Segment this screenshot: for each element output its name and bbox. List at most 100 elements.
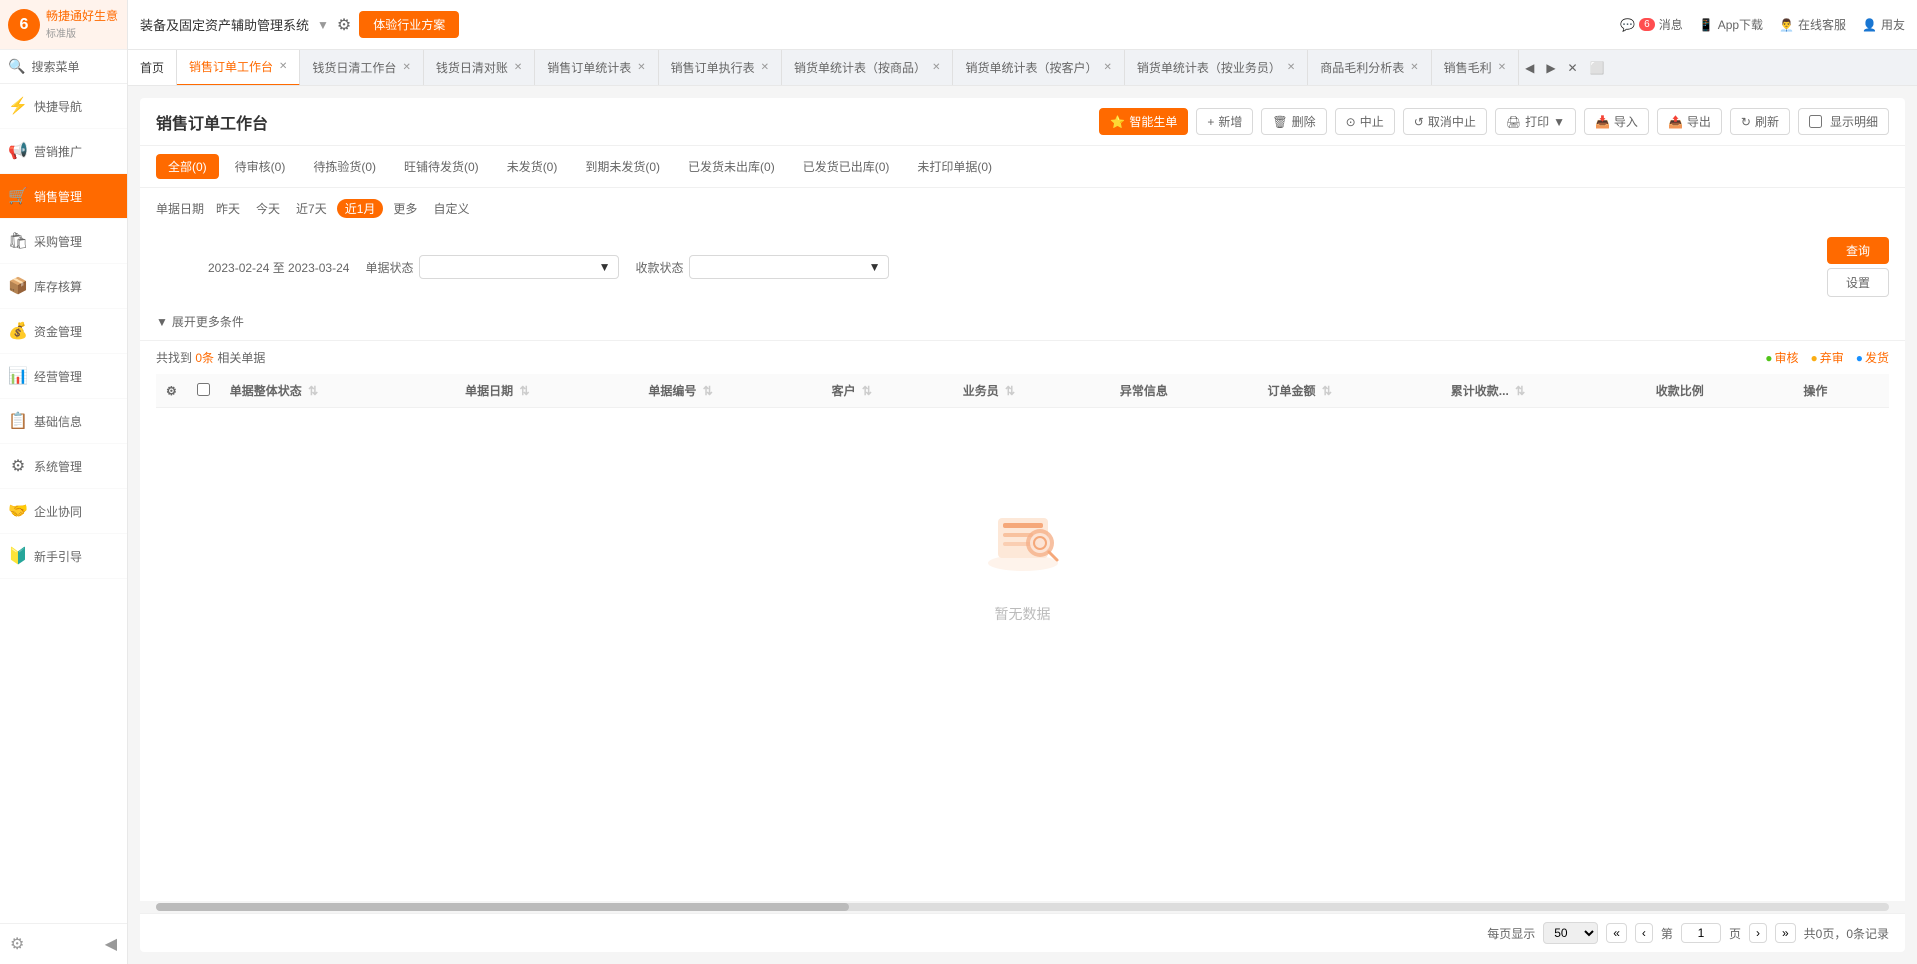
sidebar-item-operation[interactable]: 📊 经营管理 [0, 354, 127, 399]
tab-sales-stats-staff[interactable]: 销货单统计表（按业务员）✕ [1125, 50, 1308, 86]
tab-close-sales-exec-table[interactable]: ✕ [761, 62, 769, 73]
tab-home[interactable]: 首页 [128, 50, 177, 86]
user-menu[interactable]: 👤 用友 [1862, 16, 1905, 33]
sidebar-item-base[interactable]: 📋 基础信息 [0, 399, 127, 444]
import-btn[interactable]: 📥 导入 [1584, 108, 1649, 135]
delete-btn[interactable]: 🗑 删除 [1261, 108, 1326, 135]
sort-icon-amount[interactable]: ⇅ [1322, 384, 1332, 398]
tab-sales-stats-customer[interactable]: 销货单统计表（按客户）✕ [953, 50, 1124, 86]
tab-sales-exec-table[interactable]: 销售订单执行表✕ [659, 50, 782, 86]
scroll-bar-area[interactable] [140, 901, 1905, 913]
cancel-stop-btn[interactable]: ↺ 取消中止 [1403, 108, 1487, 135]
tab-close-sales-stats-product[interactable]: ✕ [932, 62, 940, 73]
sub-tab-shipped-warehoused[interactable]: 已发货已出库(0) [791, 154, 902, 179]
query-btn[interactable]: 查询 [1827, 237, 1889, 264]
select-all-checkbox[interactable] [197, 383, 210, 396]
sidebar-item-inventory[interactable]: 📦 库存核算 [0, 264, 127, 309]
date-option-yesterday[interactable]: 昨天 [210, 198, 246, 219]
date-option-last7[interactable]: 近7天 [290, 198, 333, 219]
sidebar-item-guide[interactable]: 🔰 新手引导 [0, 534, 127, 579]
add-btn[interactable]: + 新增 [1196, 108, 1253, 135]
finance-label: 资金管理 [34, 323, 82, 340]
tab-product-margin[interactable]: 商品毛利分析表✕ [1308, 50, 1431, 86]
trial-button[interactable]: 体验行业方案 [359, 11, 459, 38]
sort-icon-number[interactable]: ⇅ [703, 384, 713, 398]
tab-cash-reconcile[interactable]: 钱货日清对账✕ [424, 50, 535, 86]
sub-tab-expired-not-shipped[interactable]: 到期未发货(0) [573, 154, 672, 179]
sort-icon-customer[interactable]: ⇅ [862, 384, 872, 398]
tab-close-all[interactable]: ✕ [1562, 50, 1584, 86]
show-detail-checkbox[interactable] [1809, 115, 1822, 128]
sidebar-item-marketing[interactable]: 📢 营销推广 [0, 129, 127, 174]
tab-close-cash-reconcile[interactable]: ✕ [514, 62, 522, 73]
export-btn[interactable]: 📤 导出 [1657, 108, 1722, 135]
prev-page-btn[interactable]: ‹ [1635, 923, 1653, 943]
expand-icon[interactable]: ▼ [317, 18, 329, 32]
stop-btn[interactable]: ⊙ 中止 [1335, 108, 1395, 135]
tab-nav-next[interactable]: ▶ [1540, 50, 1561, 86]
tab-close-product-margin[interactable]: ✕ [1410, 62, 1418, 73]
sub-tab-pending-inspect[interactable]: 待拣验货(0) [301, 154, 388, 179]
sub-tab-not-printed[interactable]: 未打印单据(0) [905, 154, 1004, 179]
ship-action-btn[interactable]: ● 发货 [1856, 349, 1889, 366]
per-page-select[interactable]: 50 10 20 100 [1543, 922, 1598, 944]
sidebar-item-sales[interactable]: 🛒 销售管理 [0, 174, 127, 219]
col-settings[interactable]: ⚙ [156, 374, 187, 408]
print-btn[interactable]: 🖨 打印 ▼ [1495, 108, 1576, 135]
scroll-bar[interactable] [156, 903, 1889, 911]
show-detail-checkbox-label[interactable]: 显示明细 [1798, 108, 1889, 135]
tab-sales-profit[interactable]: 销售毛利✕ [1432, 50, 1519, 86]
app-download-btn[interactable]: 📱 App下载 [1699, 16, 1763, 33]
date-option-more[interactable]: 更多 [387, 198, 423, 219]
topbar-settings-icon[interactable]: ⚙ [337, 15, 351, 35]
sidebar-item-system[interactable]: ⚙ 系统管理 [0, 444, 127, 489]
col-checkbox[interactable] [187, 374, 220, 408]
sidebar-item-corp[interactable]: 🤝 企业协同 [0, 489, 127, 534]
sidebar-item-finance[interactable]: 💰 资金管理 [0, 309, 127, 354]
sub-tab-shipped-not-warehoused[interactable]: 已发货未出库(0) [676, 154, 787, 179]
message-btn[interactable]: 💬 6 消息 [1620, 16, 1683, 33]
review-btn[interactable]: ● 审核 [1765, 349, 1798, 366]
online-service-btn[interactable]: 👨‍💼 在线客服 [1779, 16, 1846, 33]
collapse-icon[interactable]: ◀ [105, 934, 117, 954]
sub-tab-pending-review[interactable]: 待审核(0) [223, 154, 298, 179]
last-page-btn[interactable]: » [1775, 923, 1796, 943]
tab-close-sales-profit[interactable]: ✕ [1498, 62, 1506, 73]
date-option-today[interactable]: 今天 [250, 198, 286, 219]
smart-create-btn[interactable]: ⭐ 智能生单 [1099, 108, 1188, 135]
expand-more-btn[interactable]: ▼ 展开更多条件 [156, 313, 1889, 330]
cancel-review-btn[interactable]: ● 弃审 [1810, 349, 1843, 366]
tab-close-sales-stats-table[interactable]: ✕ [637, 62, 645, 73]
tab-cash-daily[interactable]: 钱货日清工作台✕ [300, 50, 423, 86]
tab-nav-prev[interactable]: ◀ [1519, 50, 1540, 86]
status-select[interactable]: ▼ [419, 255, 619, 279]
tab-maximize[interactable]: ⬜ [1584, 50, 1611, 86]
sub-tab-all[interactable]: 全部(0) [156, 154, 219, 179]
next-page-btn[interactable]: › [1749, 923, 1767, 943]
sort-icon-collected[interactable]: ⇅ [1515, 384, 1525, 398]
sort-icon-status[interactable]: ⇅ [308, 384, 318, 398]
sub-tab-wangpu-pending[interactable]: 旺铺待发货(0) [392, 154, 491, 179]
sidebar-item-purchase[interactable]: 🛍 采购管理 [0, 219, 127, 264]
date-option-custom[interactable]: 自定义 [427, 198, 475, 219]
sort-icon-date[interactable]: ⇅ [519, 384, 529, 398]
tab-sales-stats-product[interactable]: 销货单统计表（按商品）✕ [782, 50, 953, 86]
tab-sales-order-workbench[interactable]: 销售订单工作台✕ [177, 50, 300, 86]
sidebar-search[interactable]: 🔍 搜索菜单 [0, 50, 127, 84]
tab-close-cash-daily[interactable]: ✕ [402, 62, 410, 73]
date-option-last1month[interactable]: 近1月 [337, 199, 384, 218]
refresh-btn[interactable]: ↻ 刷新 [1730, 108, 1790, 135]
page-input[interactable] [1681, 923, 1721, 943]
filter-settings-btn[interactable]: 设置 [1827, 268, 1889, 297]
sort-icon-staff[interactable]: ⇅ [1005, 384, 1015, 398]
settings-icon[interactable]: ⚙ [10, 934, 24, 954]
sidebar-item-quick-nav[interactable]: ⚡ 快捷导航 [0, 84, 127, 129]
scroll-thumb[interactable] [156, 903, 849, 911]
sub-tab-not-shipped[interactable]: 未发货(0) [495, 154, 570, 179]
payment-select[interactable]: ▼ [689, 255, 889, 279]
first-page-btn[interactable]: « [1606, 923, 1627, 943]
tab-sales-stats-table[interactable]: 销售订单统计表✕ [535, 50, 658, 86]
tab-close-sales-stats-staff[interactable]: ✕ [1287, 62, 1295, 73]
tab-close-sales-stats-customer[interactable]: ✕ [1103, 62, 1111, 73]
tab-close-sales-order-workbench[interactable]: ✕ [279, 61, 287, 72]
